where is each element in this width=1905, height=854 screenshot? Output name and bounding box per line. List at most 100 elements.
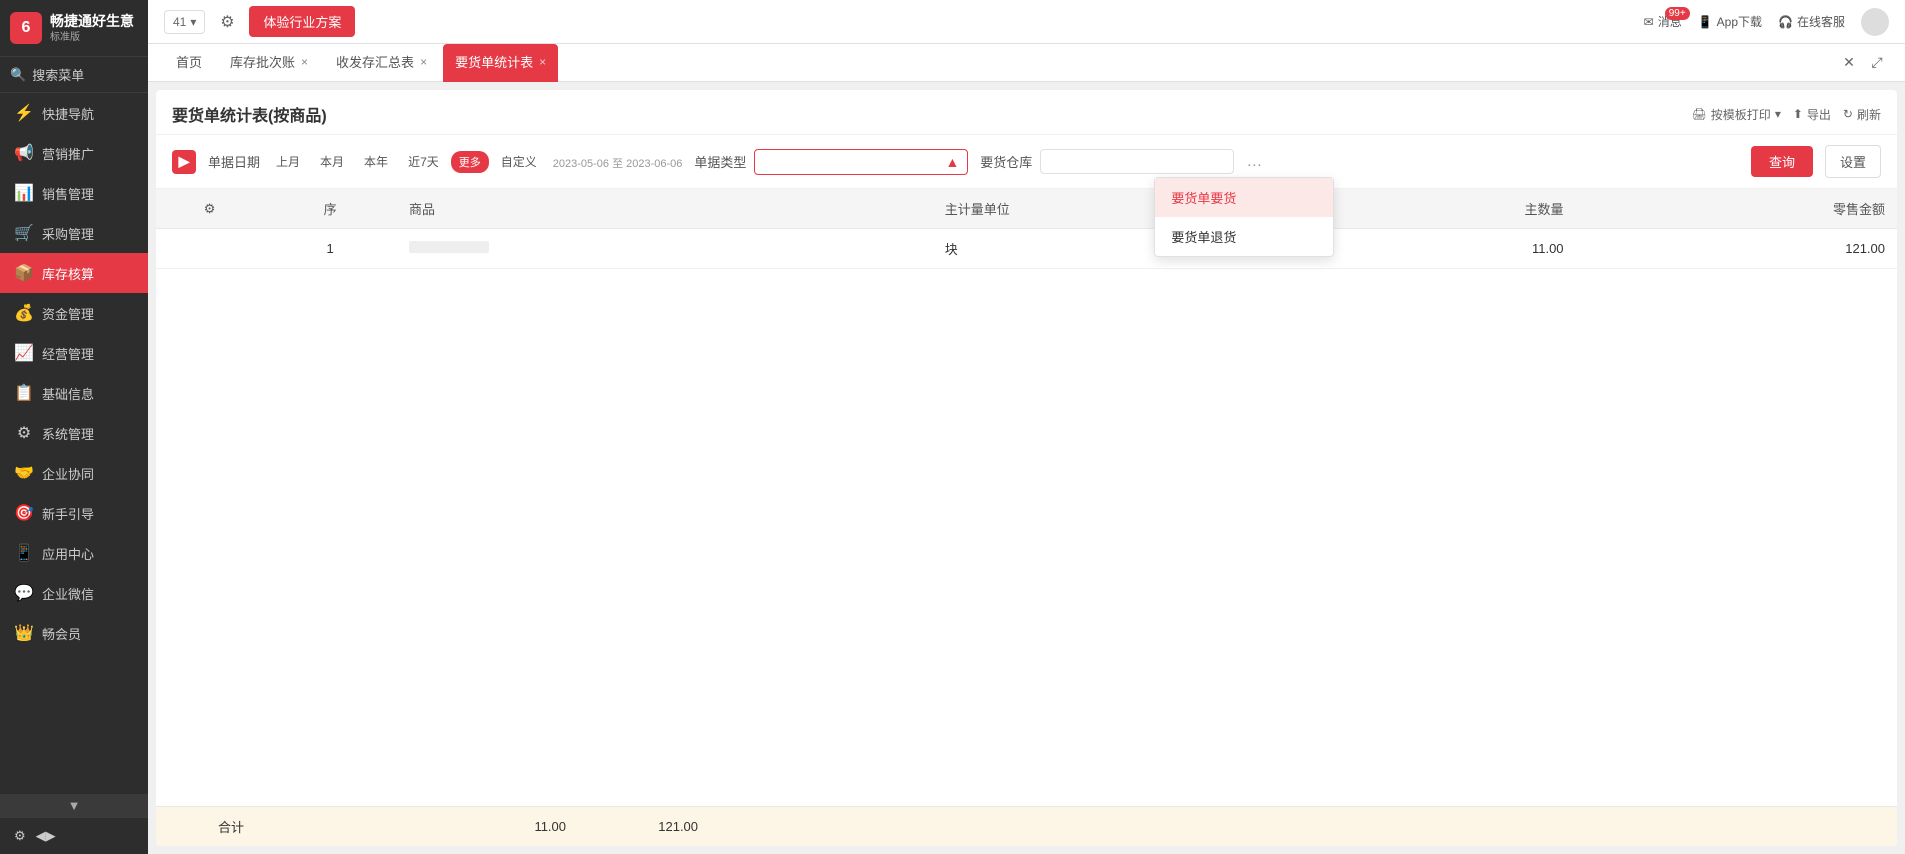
tabbar: 首页 库存批次账 × 收发存汇总表 × 要货单统计表 × ✕ ⤢: [148, 44, 1905, 82]
sidebar-scroll-down[interactable]: ▼: [0, 794, 148, 817]
tab-home[interactable]: 首页: [164, 44, 214, 82]
col-header-settings[interactable]: ⚙: [156, 189, 263, 229]
sidebar-item-purchase[interactable]: 🛒 采购管理: [0, 213, 148, 253]
date-pill-more[interactable]: 更多: [451, 151, 489, 173]
page-title: 要货单统计表(按商品): [172, 102, 327, 126]
footer-amount: 121.00: [578, 819, 698, 834]
refresh-button[interactable]: ↻ 刷新: [1843, 106, 1881, 123]
sidebar-bottom: ⚙ ◀▶: [0, 817, 148, 854]
app-download-icon: 📱: [1698, 15, 1713, 29]
member-icon: 👑: [14, 623, 34, 643]
type-chevron-icon[interactable]: ▲: [945, 154, 959, 170]
sidebar-collapse-icon[interactable]: ◀▶: [36, 828, 56, 844]
tab-batch-stock-close[interactable]: ×: [301, 55, 308, 69]
online-service-item[interactable]: 🎧 在线客服: [1778, 13, 1845, 30]
topbar-left: 41 ▾ ⚙ 体验行业方案: [164, 6, 1632, 37]
app-center-icon: 📱: [14, 543, 34, 563]
sidebar-item-system[interactable]: ⚙ 系统管理: [0, 413, 148, 453]
logo-text: 畅捷通好生意 标准版: [50, 12, 134, 43]
query-button[interactable]: 查询: [1751, 146, 1813, 177]
date-pill-year[interactable]: 本年: [356, 150, 396, 173]
row-product-cell: [397, 229, 933, 269]
sidebar: 6 畅捷通好生意 标准版 🔍 搜索菜单 ⚡ 快捷导航 📢 营销推广 📊 销售管理…: [0, 0, 148, 854]
topbar: 41 ▾ ⚙ 体验行业方案 ✉ 消息 99+ 📱 App下载 🎧 在线客服: [148, 0, 1905, 44]
app-download-item[interactable]: 📱 App下载: [1698, 13, 1762, 30]
sidebar-item-cooperation[interactable]: 🤝 企业协同: [0, 453, 148, 493]
print-icon: 🖨: [1692, 107, 1707, 121]
sidebar-item-app-center[interactable]: 📱 应用中心: [0, 533, 148, 573]
sidebar-search[interactable]: 🔍 搜索菜单: [0, 57, 148, 93]
sidebar-item-guide[interactable]: 🎯 新手引导: [0, 493, 148, 533]
message-icon: ✉: [1644, 15, 1654, 29]
table-settings-button[interactable]: 设置: [1825, 145, 1881, 178]
sales-icon: 📊: [14, 183, 34, 203]
messages-item[interactable]: ✉ 消息 99+: [1644, 13, 1682, 30]
search-icon: 🔍: [10, 67, 26, 83]
sidebar-item-member[interactable]: 👑 畅会员: [0, 613, 148, 653]
sidebar-item-marketing[interactable]: 📢 营销推广: [0, 133, 148, 173]
sidebar-item-sales[interactable]: 📊 销售管理: [0, 173, 148, 213]
refresh-icon: ↻: [1843, 107, 1853, 121]
tab-receive-summary-close[interactable]: ×: [420, 55, 427, 69]
date-pill-previous[interactable]: 上月: [268, 150, 308, 173]
purchase-icon: 🛒: [14, 223, 34, 243]
date-pill-current[interactable]: 本月: [312, 150, 352, 173]
date-filter-group: 单据日期 上月 本月 本年 近7天 更多 自定义 2023-05-06 至 20…: [208, 150, 682, 173]
page-actions: 🖨 按模板打印 ▾ ⬆ 导出 ↻ 刷新: [1692, 106, 1881, 123]
tab-order-stats[interactable]: 要货单统计表 ×: [443, 44, 558, 82]
app-download-label: App下载: [1717, 13, 1762, 30]
row-amount-cell: 121.00: [1576, 229, 1897, 269]
type-input-group[interactable]: ▲: [754, 149, 968, 175]
filter-more-button[interactable]: …: [1246, 153, 1262, 171]
tab-receive-summary[interactable]: 收发存汇总表 ×: [324, 44, 439, 82]
sidebar-item-quick-nav[interactable]: ⚡ 快捷导航: [0, 93, 148, 133]
filter-expand-button[interactable]: ▶: [172, 150, 196, 174]
wechat-icon: 💬: [14, 583, 34, 603]
dropdown-item-order-return[interactable]: 要货单退货: [1155, 217, 1333, 256]
tab-batch-stock-label: 库存批次账: [230, 52, 295, 71]
sidebar-item-operations[interactable]: 📈 经营管理: [0, 333, 148, 373]
tab-batch-stock[interactable]: 库存批次账 ×: [218, 44, 320, 82]
type-filter-group: 单据类型 ▲ 要货单要货 要货单退货: [694, 149, 968, 175]
page-area: 要货单统计表(按商品) 🖨 按模板打印 ▾ ⬆ 导出 ↻ 刷新 ▶: [156, 90, 1897, 846]
export-button[interactable]: ⬆ 导出: [1793, 106, 1831, 123]
tabbar-controls: ✕ ⤢: [1837, 51, 1889, 75]
sidebar-item-wechat[interactable]: 💬 企业微信: [0, 573, 148, 613]
main-content: 41 ▾ ⚙ 体验行业方案 ✉ 消息 99+ 📱 App下载 🎧 在线客服: [148, 0, 1905, 854]
type-input[interactable]: [763, 154, 939, 169]
page-header: 要货单统计表(按商品) 🖨 按模板打印 ▾ ⬆ 导出 ↻ 刷新: [156, 90, 1897, 135]
trial-button[interactable]: 体验行业方案: [249, 6, 355, 37]
sidebar-logo: 6 畅捷通好生意 标准版: [0, 0, 148, 57]
sidebar-item-basics[interactable]: 📋 基础信息: [0, 373, 148, 413]
filter-bar: ▶ 单据日期 上月 本月 本年 近7天 更多 自定义 2023-05-06 至 …: [156, 135, 1897, 189]
sidebar-item-label: 采购管理: [42, 224, 94, 243]
warehouse-input-group[interactable]: [1040, 149, 1234, 174]
tab-receive-summary-label: 收发存汇总表: [336, 52, 414, 71]
guide-icon: 🎯: [14, 503, 34, 523]
messages-badge: 99+: [1665, 7, 1690, 20]
tab-order-stats-close[interactable]: ×: [539, 55, 546, 69]
footer-label: 合计: [168, 817, 244, 836]
sidebar-item-label: 基础信息: [42, 384, 94, 403]
warehouse-filter-label: 要货仓库: [980, 152, 1032, 171]
sidebar-item-inventory[interactable]: 📦 库存核算: [0, 253, 148, 293]
date-pill-custom[interactable]: 自定义: [493, 150, 545, 173]
dropdown-item-order-goods[interactable]: 要货单要货: [1155, 178, 1333, 217]
tab-expand-button[interactable]: ⤢: [1865, 51, 1889, 75]
finance-icon: 💰: [14, 303, 34, 323]
sidebar-item-finance[interactable]: 💰 资金管理: [0, 293, 148, 333]
warehouse-input[interactable]: [1049, 154, 1225, 169]
table-row: 1 块 11.00 121.00: [156, 229, 1897, 269]
tab-close-all-button[interactable]: ✕: [1837, 51, 1861, 75]
store-selector[interactable]: 41 ▾: [164, 10, 205, 34]
date-pill-week7[interactable]: 近7天: [400, 150, 447, 173]
sidebar-item-label: 企业协同: [42, 464, 94, 483]
print-template-button[interactable]: 🖨 按模板打印 ▾: [1692, 106, 1781, 123]
col-header-product: 商品: [397, 189, 933, 229]
sidebar-settings-icon[interactable]: ⚙: [14, 828, 26, 844]
sidebar-item-label: 经营管理: [42, 344, 94, 363]
table-header-row: ⚙ 序 商品 主计量单位 主数量 零售金额: [156, 189, 1897, 229]
topbar-settings-icon[interactable]: ⚙: [213, 8, 241, 36]
user-avatar[interactable]: [1861, 8, 1889, 36]
topbar-right: ✉ 消息 99+ 📱 App下载 🎧 在线客服: [1644, 8, 1889, 36]
